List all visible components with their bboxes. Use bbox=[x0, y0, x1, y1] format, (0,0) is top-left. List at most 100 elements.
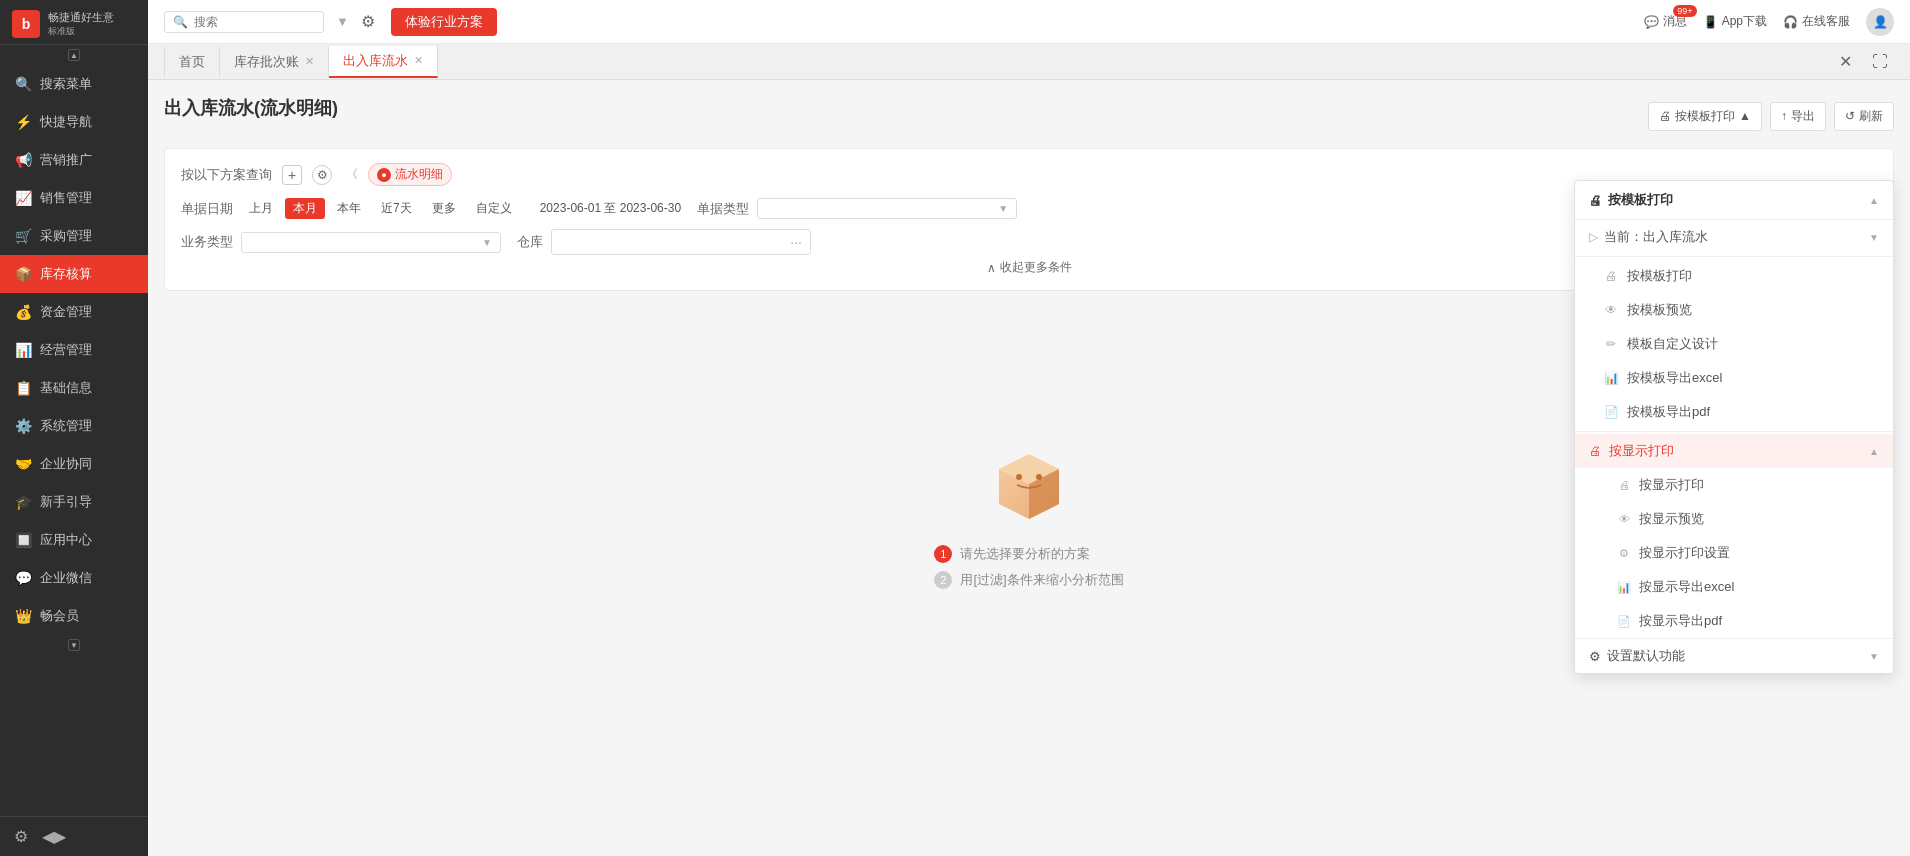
dropdown-template-preview[interactable]: 👁 按模板预览 bbox=[1575, 293, 1893, 327]
headphone-icon: 🎧 bbox=[1783, 15, 1798, 29]
warehouse-select[interactable]: ··· bbox=[551, 229, 811, 255]
tab-flow[interactable]: 出入库流水 ✕ bbox=[329, 46, 438, 78]
step-num-2: 2 bbox=[934, 571, 952, 589]
sidebar-scroll-down[interactable]: ▼ bbox=[68, 639, 80, 651]
sidebar-scroll-up[interactable]: ▲ bbox=[68, 49, 80, 61]
sidebar-item-basic-info[interactable]: 📋 基础信息 bbox=[0, 369, 148, 407]
logo-icon: b bbox=[12, 10, 40, 38]
dropdown-bottom[interactable]: ⚙ 设置默认功能 ▼ bbox=[1575, 638, 1893, 673]
search-icon: 🔍 bbox=[14, 75, 32, 93]
sidebar-item-guide[interactable]: 🎓 新手引导 bbox=[0, 483, 148, 521]
sidebar-item-system[interactable]: ⚙️ 系统管理 bbox=[0, 407, 148, 445]
sidebar-item-operations[interactable]: 📊 经营管理 bbox=[0, 331, 148, 369]
phone-icon: 📱 bbox=[1703, 15, 1718, 29]
logo-badge: 标准版 bbox=[48, 25, 114, 38]
filter-date-range-field: 2023-06-01 至 2023-06-30 bbox=[536, 200, 681, 217]
page-content: 出入库流水(流水明细) 🖨 按模板打印 ▲ ↑ 导出 ↺ 刷新 bbox=[148, 80, 1910, 856]
pdf-icon: 📄 bbox=[1603, 404, 1619, 420]
empty-step-1: 1 请先选择要分析的方案 bbox=[934, 545, 1123, 563]
date-tab-custom[interactable]: 自定义 bbox=[468, 198, 520, 219]
sidebar-item-app-center[interactable]: 🔲 应用中心 bbox=[0, 521, 148, 559]
display-settings-icon: ⚙ bbox=[1617, 546, 1631, 560]
doc-type-select[interactable]: ▼ bbox=[757, 198, 1017, 219]
filter-add-btn[interactable]: + bbox=[282, 165, 302, 185]
step-1-text: 请先选择要分析的方案 bbox=[960, 545, 1090, 563]
sidebar-item-search[interactable]: 🔍 搜索菜单 bbox=[0, 65, 148, 103]
export-btn[interactable]: ↑ 导出 bbox=[1770, 102, 1826, 131]
dropdown-display-settings[interactable]: ⚙ 按显示打印设置 bbox=[1575, 536, 1893, 570]
tab-home-label: 首页 bbox=[179, 53, 205, 71]
search-box[interactable]: 🔍 bbox=[164, 11, 324, 33]
tab-home[interactable]: 首页 bbox=[164, 47, 220, 77]
filter-collapse-icon[interactable]: 《 bbox=[346, 166, 358, 183]
avatar[interactable]: 👤 bbox=[1866, 8, 1894, 36]
header-gear-icon[interactable]: ⚙ bbox=[361, 12, 375, 31]
sidebar-item-enterprise[interactable]: 🤝 企业协同 bbox=[0, 445, 148, 483]
sidebar-item-label: 应用中心 bbox=[40, 531, 92, 549]
message-btn[interactable]: 💬 消息 99+ bbox=[1644, 13, 1687, 30]
template-print-btn[interactable]: 🖨 按模板打印 ▲ bbox=[1648, 102, 1762, 131]
dropdown-template-preview-label: 按模板预览 bbox=[1627, 301, 1692, 319]
tab-batch[interactable]: 库存批次账 ✕ bbox=[220, 47, 329, 77]
step-2-text: 用[过滤]条件来缩小分析范围 bbox=[960, 571, 1123, 589]
set-default-btn[interactable]: ⚙ 设置默认功能 bbox=[1589, 647, 1685, 665]
basic-info-icon: 📋 bbox=[14, 379, 32, 397]
dropdown-collapse-btn[interactable]: ▲ bbox=[1869, 195, 1879, 206]
collapse-conditions-btn[interactable]: ∧ 收起更多条件 bbox=[987, 259, 1072, 276]
refresh-label: 刷新 bbox=[1859, 108, 1883, 125]
sidebar-item-label: 基础信息 bbox=[40, 379, 92, 397]
tab-flow-close[interactable]: ✕ bbox=[414, 54, 423, 67]
print-icon: 🖨 bbox=[1659, 109, 1671, 123]
sidebar-item-member[interactable]: 👑 畅会员 bbox=[0, 597, 148, 635]
dropdown-display-excel[interactable]: 📊 按显示导出excel bbox=[1575, 570, 1893, 604]
sidebar-item-label: 营销推广 bbox=[40, 151, 92, 169]
search-dropdown-arrow[interactable]: ▼ bbox=[336, 14, 349, 29]
dropdown-display-pdf[interactable]: 📄 按显示导出pdf bbox=[1575, 604, 1893, 638]
tab-batch-close[interactable]: ✕ bbox=[305, 55, 314, 68]
sidebar-item-purchase[interactable]: 🛒 采购管理 bbox=[0, 217, 148, 255]
sidebar-item-label: 经营管理 bbox=[40, 341, 92, 359]
dropdown-display-print[interactable]: 🖨 按显示打印 bbox=[1575, 468, 1893, 502]
dropdown-template-excel-label: 按模板导出excel bbox=[1627, 369, 1722, 387]
warehouse-label: 仓库 bbox=[517, 233, 543, 251]
dropdown-current-item[interactable]: ▷ 当前：出入库流水 ▼ bbox=[1575, 220, 1893, 254]
collapse-label: 收起更多条件 bbox=[1000, 259, 1072, 276]
export-label: 导出 bbox=[1791, 108, 1815, 125]
date-tab-this-year[interactable]: 本年 bbox=[329, 198, 369, 219]
date-tab-last-month[interactable]: 上月 bbox=[241, 198, 281, 219]
app-center-icon: 🔲 bbox=[14, 531, 32, 549]
settings-bottom-icon[interactable]: ⚙ bbox=[14, 827, 28, 846]
tab-close-all-btn[interactable]: ✕ bbox=[1833, 50, 1858, 73]
dropdown-display-preview[interactable]: 👁 按显示预览 bbox=[1575, 502, 1893, 536]
guide-icon: 🎓 bbox=[14, 493, 32, 511]
sidebar-item-quick-nav[interactable]: ⚡ 快捷导航 bbox=[0, 103, 148, 141]
search-input[interactable] bbox=[194, 15, 294, 29]
app-download-btn[interactable]: 📱 App下载 bbox=[1703, 13, 1767, 30]
sidebar-item-inventory[interactable]: 📦 库存核算 bbox=[0, 255, 148, 293]
date-tab-last7[interactable]: 近7天 bbox=[373, 198, 420, 219]
date-tab-this-month[interactable]: 本月 bbox=[285, 198, 325, 219]
business-type-select[interactable]: ▼ bbox=[241, 232, 501, 253]
dropdown-template-print[interactable]: 🖨 按模板打印 bbox=[1575, 259, 1893, 293]
operations-icon: 📊 bbox=[14, 341, 32, 359]
dropdown-template-pdf[interactable]: 📄 按模板导出pdf bbox=[1575, 395, 1893, 429]
dropdown-bottom-arrow: ▼ bbox=[1869, 651, 1879, 662]
tab-maximize-btn[interactable]: ⛶ bbox=[1866, 51, 1894, 73]
collapse-sidebar-icon[interactable]: ◀▶ bbox=[42, 827, 66, 846]
trial-btn[interactable]: 体验行业方案 bbox=[391, 8, 497, 36]
dropdown-display-print-section[interactable]: 🖨 按显示打印 ▲ bbox=[1575, 434, 1893, 468]
filter-tag-water[interactable]: ● 流水明细 bbox=[368, 163, 452, 186]
date-tab-more[interactable]: 更多 bbox=[424, 198, 464, 219]
dropdown-title-text: 按模板打印 bbox=[1608, 191, 1673, 209]
dropdown-template-excel[interactable]: 📊 按模板导出excel bbox=[1575, 361, 1893, 395]
page-title: 出入库流水(流水明细) bbox=[164, 96, 338, 120]
sidebar-item-marketing[interactable]: 📢 营销推广 bbox=[0, 141, 148, 179]
sidebar-item-sales[interactable]: 📈 销售管理 bbox=[0, 179, 148, 217]
refresh-btn[interactable]: ↺ 刷新 bbox=[1834, 102, 1894, 131]
service-btn[interactable]: 🎧 在线客服 bbox=[1783, 13, 1850, 30]
filter-setting-btn[interactable]: ⚙ bbox=[312, 165, 332, 185]
dropdown-template-custom[interactable]: ✏ 模板自定义设计 bbox=[1575, 327, 1893, 361]
date-field-label: 单据日期 bbox=[181, 200, 233, 218]
sidebar-item-wechat[interactable]: 💬 企业微信 bbox=[0, 559, 148, 597]
sidebar-item-finance[interactable]: 💰 资金管理 bbox=[0, 293, 148, 331]
